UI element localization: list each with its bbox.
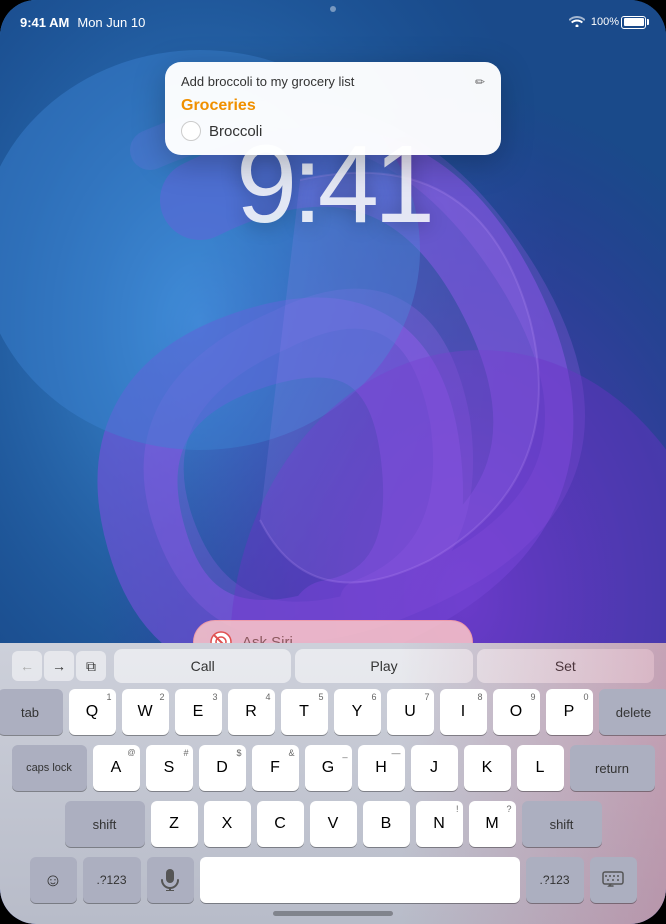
delete-key[interactable]: delete xyxy=(599,689,666,735)
shortcuts-bar: ← → ⧉ Call Play Set xyxy=(4,643,662,689)
battery-text: 100% xyxy=(591,16,619,28)
shift-left-key[interactable]: shift xyxy=(65,801,145,847)
key-i[interactable]: I8 xyxy=(440,689,487,735)
status-date: Mon Jun 10 xyxy=(77,15,145,30)
key-d[interactable]: D$ xyxy=(199,745,246,791)
return-key[interactable]: return xyxy=(570,745,655,791)
home-indicator-bottom xyxy=(273,911,393,916)
keyboard-rows: tab Q1 W2 E3 R4 T5 Y6 U7 I8 O9 P0 delete… xyxy=(4,689,662,903)
edit-icon[interactable]: ✏ xyxy=(475,75,485,89)
caps-lock-key[interactable]: caps lock xyxy=(12,745,87,791)
key-h[interactable]: H— xyxy=(358,745,405,791)
key-s[interactable]: S# xyxy=(146,745,193,791)
key-v[interactable]: V xyxy=(310,801,357,847)
key-q[interactable]: Q1 xyxy=(69,689,116,735)
undo-button[interactable]: ← xyxy=(12,651,42,681)
mic-key[interactable] xyxy=(147,857,194,903)
play-button[interactable]: Play xyxy=(295,649,472,683)
key-e[interactable]: E3 xyxy=(175,689,222,735)
key-g[interactable]: G_ xyxy=(305,745,352,791)
notification-title: Add broccoli to my grocery list xyxy=(181,74,354,89)
shortcut-nav: ← → ⧉ xyxy=(12,651,106,681)
key-row-1: tab Q1 W2 E3 R4 T5 Y6 U7 I8 O9 P0 delete xyxy=(6,689,660,735)
home-indicator-bottom-container xyxy=(4,903,662,916)
home-indicator-top xyxy=(330,6,336,12)
key-a[interactable]: A@ xyxy=(93,745,140,791)
key-p[interactable]: P0 xyxy=(546,689,593,735)
paste-button[interactable]: ⧉ xyxy=(76,651,106,681)
key-x[interactable]: X xyxy=(204,801,251,847)
numpad-left-key[interactable]: .?123 xyxy=(83,857,141,903)
key-f[interactable]: F& xyxy=(252,745,299,791)
key-l[interactable]: L xyxy=(517,745,564,791)
battery-container: 100% xyxy=(591,16,646,29)
space-key[interactable] xyxy=(200,857,520,903)
key-row-4: ☺ .?123 .?123 xyxy=(6,857,660,903)
set-button[interactable]: Set xyxy=(477,649,654,683)
shift-right-key[interactable]: shift xyxy=(522,801,602,847)
checkbox[interactable] xyxy=(181,121,201,141)
status-right: 100% xyxy=(569,15,646,30)
keyboard-dismiss-key[interactable] xyxy=(590,857,637,903)
key-o[interactable]: O9 xyxy=(493,689,540,735)
status-time: 9:41 AM xyxy=(20,15,69,30)
key-j[interactable]: J xyxy=(411,745,458,791)
notification-category: Groceries xyxy=(181,97,485,115)
call-button[interactable]: Call xyxy=(114,649,291,683)
item-text: Broccoli xyxy=(209,123,262,140)
tab-key[interactable]: tab xyxy=(0,689,63,735)
wifi-icon xyxy=(569,15,585,30)
notification-item: Broccoli xyxy=(181,121,485,141)
key-z[interactable]: Z xyxy=(151,801,198,847)
key-c[interactable]: C xyxy=(257,801,304,847)
key-y[interactable]: Y6 xyxy=(334,689,381,735)
ipad-frame: 9:41 AM Mon Jun 10 100% Add broccoli to … xyxy=(0,0,666,924)
battery-fill xyxy=(624,18,644,26)
key-row-3: shift Z X C V B N! M? shift xyxy=(6,801,660,847)
notification-card[interactable]: Add broccoli to my grocery list ✏ Grocer… xyxy=(165,62,501,155)
key-k[interactable]: K xyxy=(464,745,511,791)
key-r[interactable]: R4 xyxy=(228,689,275,735)
key-t[interactable]: T5 xyxy=(281,689,328,735)
key-u[interactable]: U7 xyxy=(387,689,434,735)
key-w[interactable]: W2 xyxy=(122,689,169,735)
key-b[interactable]: B xyxy=(363,801,410,847)
emoji-key[interactable]: ☺ xyxy=(30,857,77,903)
battery-icon xyxy=(621,16,646,29)
notification-header: Add broccoli to my grocery list ✏ xyxy=(181,74,485,89)
key-row-2: caps lock A@ S# D$ F& G_ H— J K L return xyxy=(6,745,660,791)
key-m[interactable]: M? xyxy=(469,801,516,847)
numpad-right-key[interactable]: .?123 xyxy=(526,857,584,903)
keyboard-area: ← → ⧉ Call Play Set tab Q1 W2 E3 R4 T5 Y… xyxy=(0,643,666,924)
key-n[interactable]: N! xyxy=(416,801,463,847)
redo-button[interactable]: → xyxy=(44,651,74,681)
